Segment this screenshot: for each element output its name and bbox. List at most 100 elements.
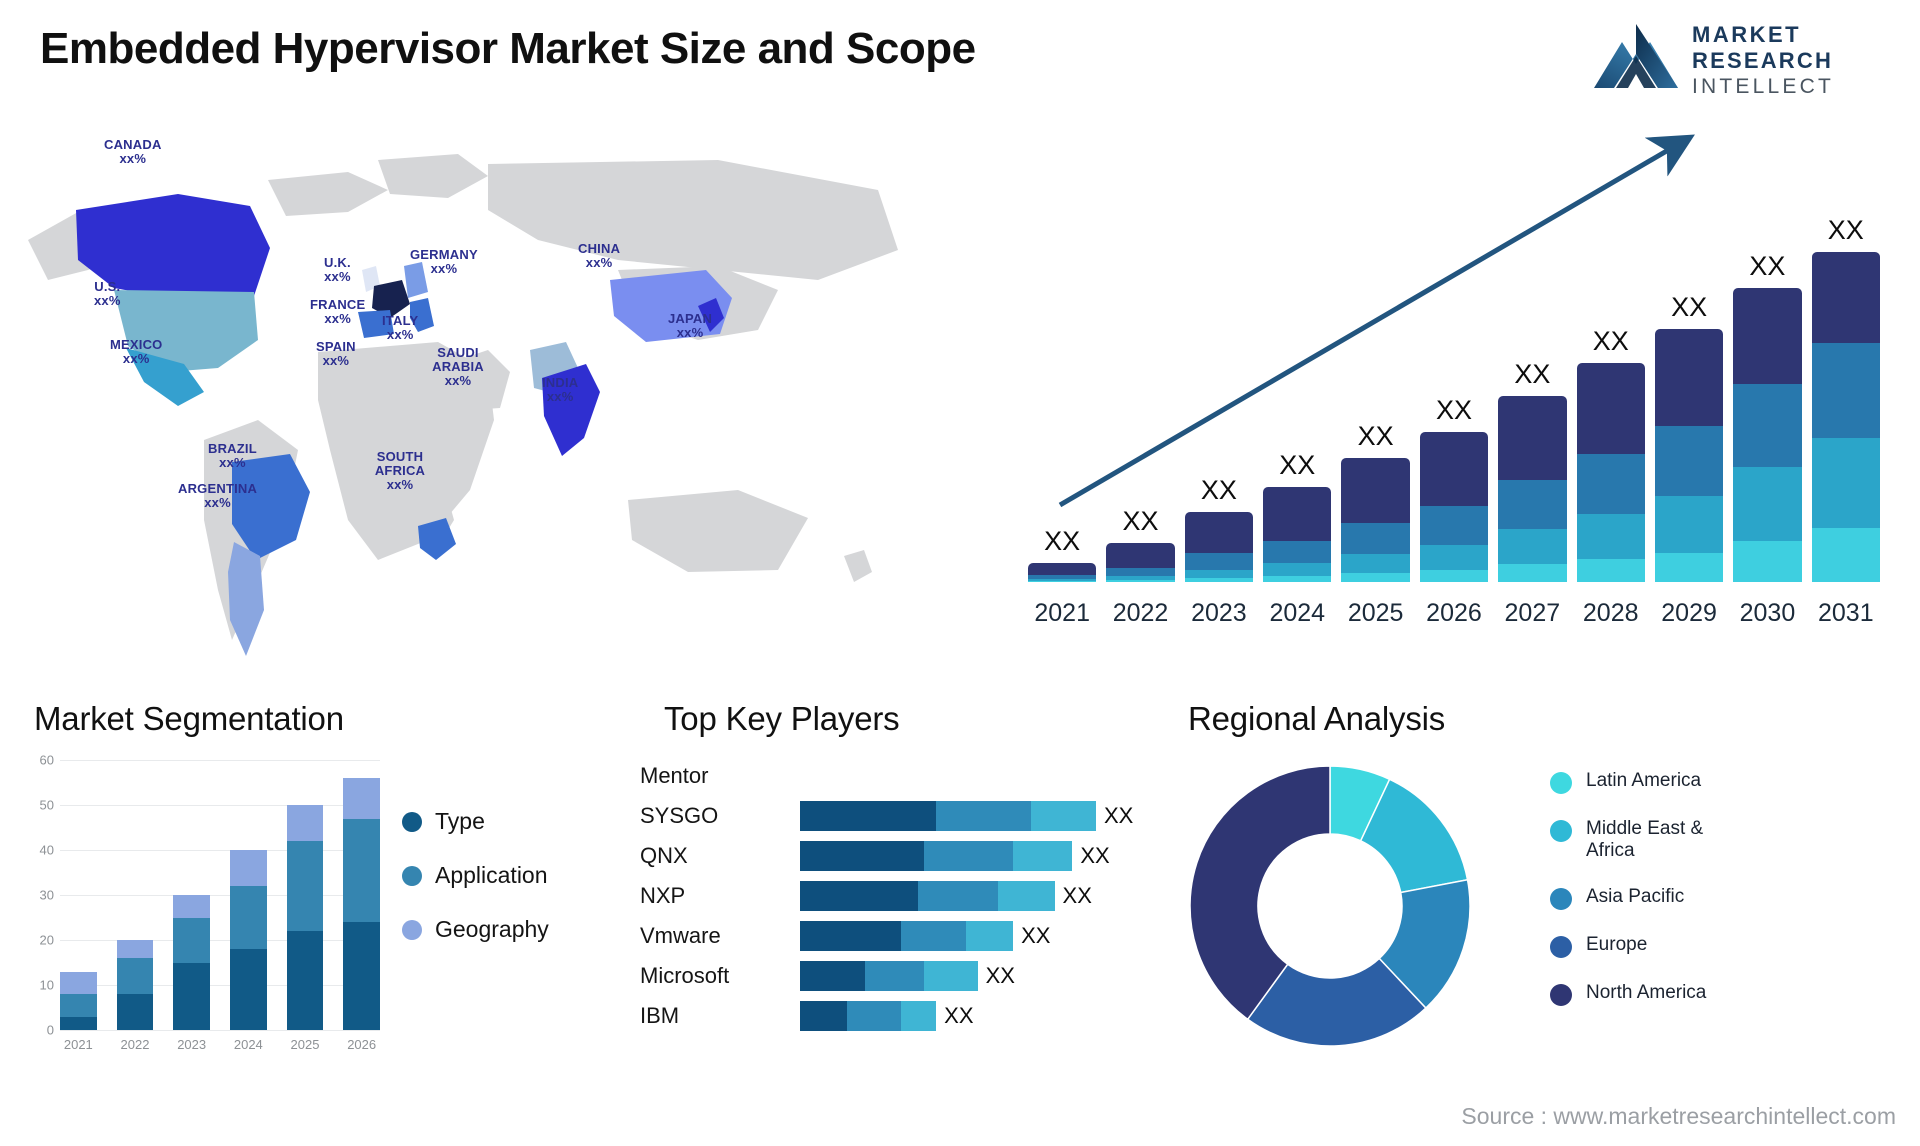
key-player-name: QNX bbox=[640, 843, 688, 868]
key-player-bar-segment bbox=[800, 881, 919, 911]
forecast-bar-segment bbox=[1419, 569, 1489, 582]
segmentation-bar-segment bbox=[173, 917, 210, 963]
map-label-name: MEXICO bbox=[110, 337, 163, 352]
forecast-value-label: XX bbox=[1827, 215, 1864, 245]
logo-line-1: MARKET bbox=[1692, 22, 1801, 47]
segmentation-bar-segment bbox=[286, 805, 324, 841]
forecast-value-label: XX bbox=[1514, 359, 1551, 390]
segmentation-bar-segment bbox=[286, 931, 324, 1030]
map-label-name: FRANCE bbox=[310, 297, 366, 312]
map-label-canada: CANADA xx% bbox=[104, 138, 162, 166]
map-label-value: xx% bbox=[322, 353, 350, 368]
page-title: Embedded Hypervisor Market Size and Scop… bbox=[40, 24, 976, 73]
segmentation-bar-segment bbox=[173, 895, 210, 918]
source-footer: Source : www.marketresearchintellect.com bbox=[1461, 1103, 1896, 1129]
forecast-bar-segment bbox=[1341, 523, 1410, 555]
map-label-value: xx% bbox=[324, 311, 351, 326]
regional-analysis-panel: Regional Analysis Latin America Middle E… bbox=[1160, 700, 1900, 1140]
regional-analysis-title: Regional Analysis bbox=[1188, 700, 1446, 737]
segmentation-bar-segment bbox=[286, 841, 324, 931]
forecast-bar-group: XX bbox=[1106, 252, 1175, 582]
key-player-row: Microsoft XX bbox=[640, 956, 1160, 996]
forecast-bar-segment bbox=[1184, 577, 1254, 582]
segmentation-y-tick-label: 0 bbox=[46, 1022, 54, 1038]
forecast-bar-segment bbox=[1811, 342, 1880, 438]
forecast-bar-chart: XX 2021 XX 2022 XX 2023 XX 2024 XX 2025 XX 2026 XX 20… bbox=[1010, 120, 1910, 640]
forecast-bar-segment bbox=[1419, 505, 1489, 545]
map-label-italy: ITALY xx% bbox=[382, 314, 418, 342]
regional-donut-chart bbox=[1189, 765, 1471, 1047]
forecast-bar-segment bbox=[1263, 563, 1332, 576]
top-key-players-title: Top Key Players bbox=[664, 700, 900, 737]
segmentation-bar: 2026 bbox=[343, 778, 380, 1052]
segmentation-bar-segment bbox=[230, 850, 267, 886]
forecast-bar-segment bbox=[1576, 363, 1645, 455]
forecast-year-label: 2029 bbox=[1661, 599, 1717, 627]
segmentation-bar: 2021 bbox=[60, 971, 97, 1052]
legend-label: Middle East & Africa bbox=[1586, 818, 1704, 861]
key-player-value-label: XX bbox=[1104, 803, 1134, 828]
forecast-bar-segment bbox=[1811, 437, 1880, 529]
segmentation-x-tick-label: 2025 bbox=[290, 1037, 320, 1052]
forecast-bar bbox=[1576, 363, 1645, 582]
legend-label: Latin America bbox=[1586, 770, 1702, 791]
legend-dot-icon bbox=[1550, 772, 1572, 794]
segmentation-bar-segment bbox=[116, 958, 154, 994]
infographic-page: Embedded Hypervisor Market Size and Scop… bbox=[0, 0, 1920, 1146]
forecast-bar-group: XX bbox=[1811, 215, 1880, 582]
forecast-bar bbox=[1733, 288, 1802, 582]
forecast-bar-segment bbox=[1576, 513, 1645, 560]
forecast-bar-segment bbox=[1498, 564, 1567, 582]
forecast-bar-segment bbox=[1263, 540, 1332, 564]
key-player-name: IBM bbox=[640, 1003, 680, 1028]
key-player-name: Mentor bbox=[640, 763, 709, 788]
forecast-bar-segment bbox=[1106, 567, 1175, 576]
map-label-spain: SPAIN xx% bbox=[316, 340, 356, 368]
forecast-bar-segment bbox=[1341, 554, 1410, 573]
map-label-value: xx% bbox=[94, 293, 121, 308]
map-label-value: xx% bbox=[546, 389, 574, 404]
key-player-bar-segment bbox=[924, 841, 1014, 871]
key-player-row: QNX XX bbox=[640, 836, 1160, 876]
key-player-bar-segment bbox=[936, 801, 1031, 831]
map-label-japan: JAPAN xx% bbox=[668, 312, 712, 340]
map-label-name: SAUDI ARABIA bbox=[432, 345, 484, 374]
map-label-value: xx% bbox=[219, 455, 246, 470]
segmentation-x-tick-label: 2024 bbox=[233, 1037, 263, 1052]
segmentation-bar: 2024 bbox=[230, 850, 267, 1052]
map-label-value: xx% bbox=[324, 269, 351, 284]
forecast-bar-segment bbox=[1498, 529, 1567, 565]
segmentation-bar: 2022 bbox=[116, 940, 154, 1052]
key-player-value-label: XX bbox=[985, 963, 1015, 988]
legend-item-geography: Geography bbox=[402, 916, 549, 943]
key-player-name: Vmware bbox=[640, 923, 721, 948]
map-label-name: U.S. bbox=[94, 279, 121, 294]
logo-line-2: RESEARCH bbox=[1692, 48, 1833, 73]
legend-item-middle-east-africa: Middle East & Africa bbox=[1550, 818, 1736, 862]
map-label-name: CANADA bbox=[104, 137, 162, 152]
key-player-bar-segment bbox=[800, 1001, 848, 1031]
map-label-us: U.S. xx% bbox=[94, 280, 121, 308]
legend-label: Asia Pacific bbox=[1586, 886, 1685, 907]
forecast-bar-segment bbox=[1811, 252, 1880, 343]
legend-dot-icon bbox=[1550, 820, 1572, 842]
forecast-bar-group: XX bbox=[1341, 252, 1410, 582]
forecast-bar-group: XX bbox=[1419, 252, 1489, 582]
segmentation-y-tick-label: 60 bbox=[39, 752, 54, 768]
segmentation-bar-segment bbox=[230, 949, 267, 1030]
forecast-bar-segment bbox=[1733, 540, 1802, 582]
map-label-name: INDIA bbox=[542, 375, 579, 390]
key-player-bar bbox=[800, 1001, 937, 1031]
legend-dot-icon bbox=[1550, 936, 1572, 958]
forecast-year-label: 2021 bbox=[1034, 599, 1090, 627]
segmentation-y-tick-label: 10 bbox=[39, 977, 54, 993]
map-label-value: xx% bbox=[585, 255, 613, 270]
key-player-row: NXP XX bbox=[640, 876, 1160, 916]
forecast-value-label: XX bbox=[1592, 326, 1629, 357]
legend-item-latin-america: Latin America bbox=[1550, 770, 1736, 794]
key-player-bar-segment bbox=[900, 1001, 937, 1031]
forecast-bar-segment bbox=[1106, 579, 1175, 582]
forecast-year-label: 2022 bbox=[1112, 599, 1169, 627]
map-label-mexico: MEXICO xx% bbox=[110, 338, 162, 366]
forecast-value-label: XX bbox=[1044, 526, 1081, 557]
